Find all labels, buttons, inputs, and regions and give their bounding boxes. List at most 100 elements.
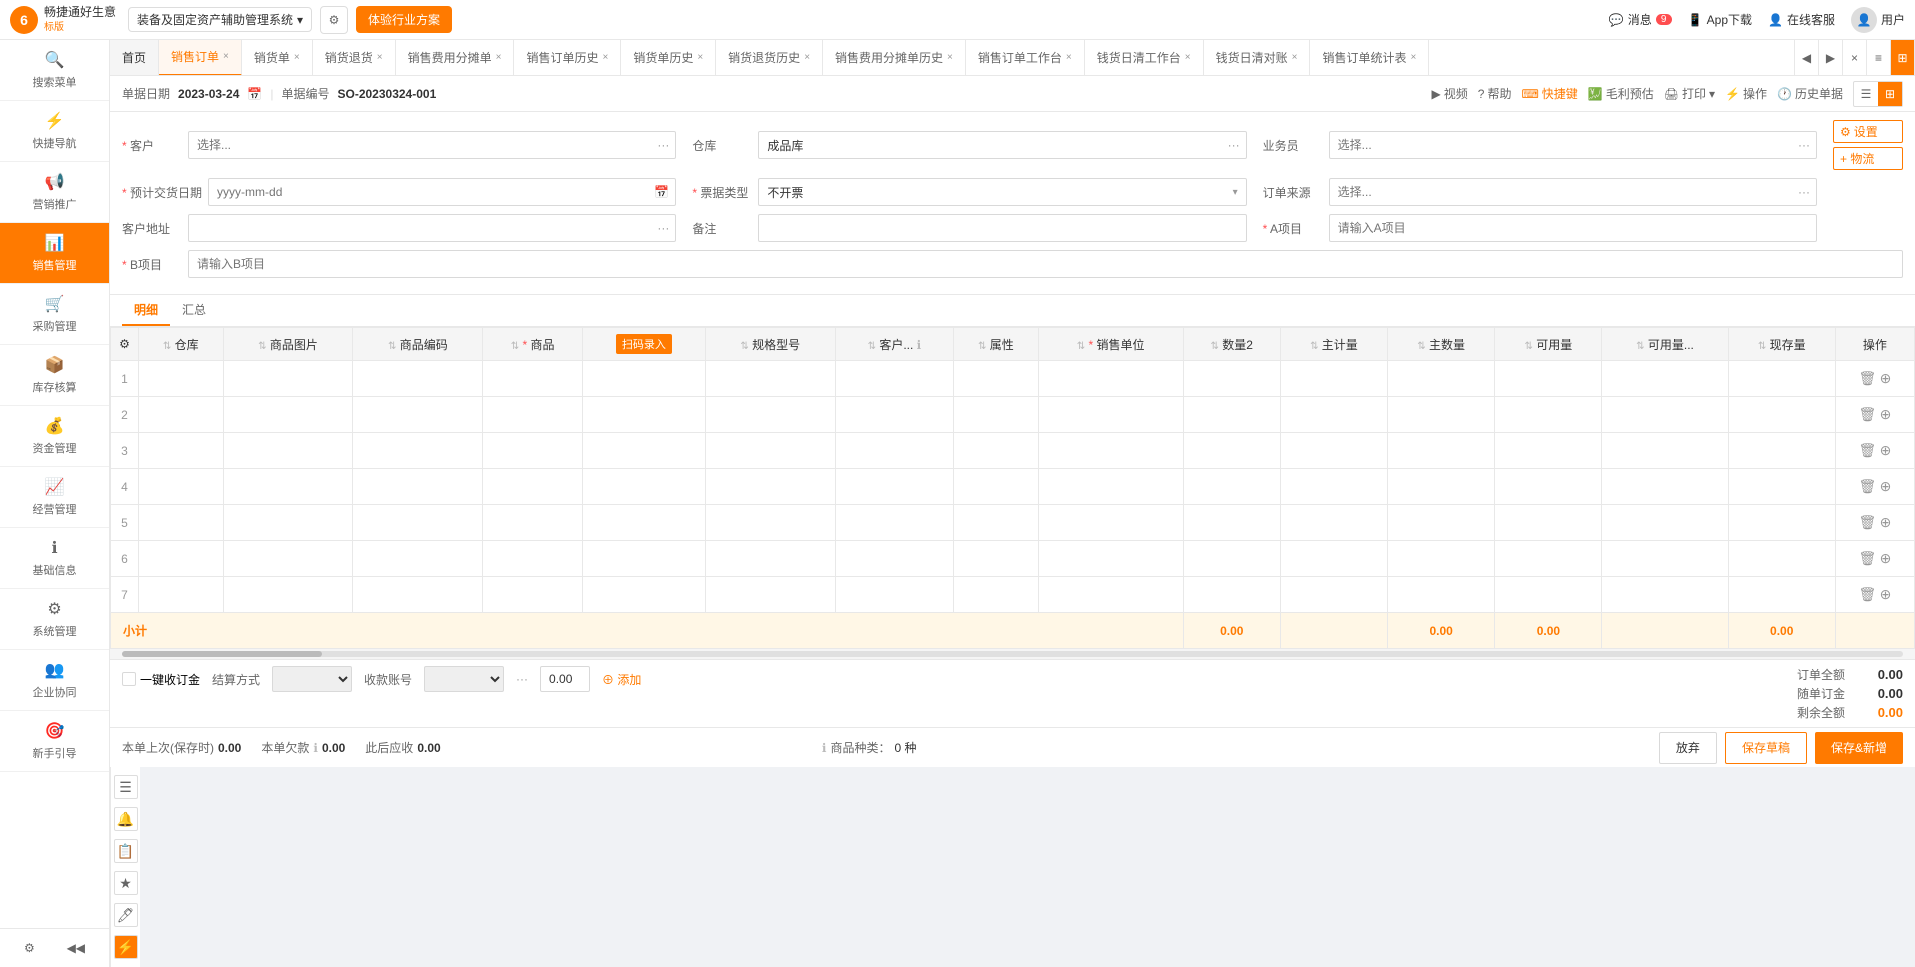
remark-text-input[interactable]: [759, 221, 1245, 235]
copy-row-btn[interactable]: ⊕: [1880, 370, 1892, 387]
a-project-input[interactable]: [1329, 214, 1817, 242]
shortcut-btn[interactable]: ⌨ 快捷键: [1521, 85, 1577, 102]
tab-order-history[interactable]: 销售订单历史 ×: [514, 40, 621, 76]
tab-workbench[interactable]: 销售订单工作台 ×: [966, 40, 1085, 76]
th-qty2[interactable]: ⇅ 数量2: [1183, 328, 1280, 361]
tab-return[interactable]: 销货退货 ×: [313, 40, 396, 76]
settings-button[interactable]: ⚙: [320, 6, 348, 34]
right-panel-btn-3[interactable]: 📋: [114, 839, 138, 863]
sub-tab-detail[interactable]: 明细: [122, 295, 170, 326]
sidebar-settings[interactable]: ⚙: [20, 937, 39, 959]
customer-text-input[interactable]: [189, 138, 651, 152]
row-spec[interactable]: [705, 361, 835, 397]
delete-row-btn[interactable]: 🗑: [1858, 442, 1876, 459]
right-panel-btn-4[interactable]: ★: [114, 871, 138, 895]
row-available2[interactable]: [1602, 361, 1728, 397]
sidebar-item-collab[interactable]: 👥 企业协同: [0, 650, 109, 711]
sidebar-item-search[interactable]: 🔍 搜索菜单: [0, 40, 109, 101]
row-main-unit[interactable]: [1280, 361, 1387, 397]
system-selector[interactable]: 装备及固定资产辅助管理系统 ▾: [128, 7, 312, 32]
close-tab-icon[interactable]: ×: [294, 52, 300, 63]
close-tab-icon[interactable]: ×: [602, 52, 608, 63]
salesman-dots-btn[interactable]: ···: [1792, 138, 1816, 152]
row-attributes[interactable]: [954, 361, 1039, 397]
tab-return-history[interactable]: 销货退货历史 ×: [716, 40, 823, 76]
pay-method-select[interactable]: [272, 666, 352, 692]
th-customer-code[interactable]: ⇅ 客户... ℹ: [835, 328, 953, 361]
user-avatar[interactable]: 👤 用户: [1851, 7, 1905, 33]
tab-grid-btn[interactable]: ⊞: [1891, 40, 1915, 76]
settings-side-btn[interactable]: ⚙ 设置: [1833, 120, 1903, 143]
delete-row-btn[interactable]: 🗑: [1858, 586, 1876, 603]
copy-row-btn[interactable]: ⊕: [1880, 514, 1892, 531]
online-service-btn[interactable]: 👤 在线客服: [1768, 11, 1835, 28]
copy-row-btn[interactable]: ⊕: [1880, 586, 1892, 603]
video-btn[interactable]: ▶ 视频: [1432, 85, 1468, 102]
sidebar-item-basic-info[interactable]: ℹ 基础信息: [0, 528, 109, 589]
close-tab-icon[interactable]: ×: [1410, 52, 1416, 63]
copy-row-btn[interactable]: ⊕: [1880, 478, 1892, 495]
horizontal-scrollbar[interactable]: [110, 649, 1915, 659]
delete-row-btn[interactable]: 🗑: [1858, 478, 1876, 495]
tab-sales-order[interactable]: 销售订单 ×: [159, 40, 242, 76]
warehouse-input[interactable]: 成品库 ···: [758, 131, 1246, 159]
app-download-btn[interactable]: 📱 App下载: [1688, 11, 1752, 28]
sidebar-item-sales[interactable]: 📊 销售管理: [0, 223, 109, 284]
delete-row-btn[interactable]: 🗑: [1858, 514, 1876, 531]
a-project-text-input[interactable]: [1330, 221, 1816, 235]
print-btn[interactable]: 🖨 打印 ▾: [1664, 85, 1715, 102]
salesman-input[interactable]: ···: [1329, 131, 1817, 159]
close-tab-icon[interactable]: ×: [496, 52, 502, 63]
scan-btn[interactable]: 扫码录入: [616, 334, 672, 354]
right-panel-btn-1[interactable]: ☰: [114, 775, 138, 799]
invoice-select[interactable]: 不开票 ▾: [758, 178, 1246, 206]
address-text-input[interactable]: [189, 221, 651, 235]
right-panel-btn-5[interactable]: 🖊: [114, 903, 138, 927]
delivery-input[interactable]: 📅: [208, 178, 676, 206]
tab-close-all-btn[interactable]: ×: [1843, 40, 1867, 76]
sidebar-collapse[interactable]: ◀◀: [63, 937, 89, 959]
row-available[interactable]: [1495, 361, 1602, 397]
help-btn[interactable]: ? 帮助: [1478, 85, 1512, 102]
sidebar-item-inventory[interactable]: 📦 库存核算: [0, 345, 109, 406]
tab-stats[interactable]: 销售订单统计表 ×: [1310, 40, 1429, 76]
th-scan[interactable]: 扫码录入: [583, 328, 706, 361]
th-warehouse[interactable]: ⇅ 仓库: [139, 328, 224, 361]
tab-prev-btn[interactable]: ◀: [1795, 40, 1819, 76]
th-attributes[interactable]: ⇅ 属性: [954, 328, 1039, 361]
remark-input[interactable]: [758, 214, 1246, 242]
th-available2[interactable]: ⇅ 可用量...: [1602, 328, 1728, 361]
tab-daily-reconcile[interactable]: 钱货日清对账 ×: [1204, 40, 1311, 76]
sidebar-item-quicknav[interactable]: ⚡ 快捷导航: [0, 101, 109, 162]
profit-btn[interactable]: 💹 毛利预估: [1588, 85, 1654, 102]
calendar-icon[interactable]: 📅: [648, 185, 675, 199]
row-customer-code[interactable]: [835, 361, 953, 397]
tab-home[interactable]: 首页: [110, 40, 159, 76]
th-main-unit[interactable]: ⇅ 主计量: [1280, 328, 1387, 361]
history-btn[interactable]: 🕐 历史单据: [1777, 85, 1843, 102]
order-source-input[interactable]: ···: [1329, 178, 1817, 206]
sidebar-item-system[interactable]: ⚙ 系统管理: [0, 589, 109, 650]
delete-row-btn[interactable]: 🗑: [1858, 550, 1876, 567]
add-btn[interactable]: ⊕ 添加: [602, 671, 641, 688]
bulk-collect-checkbox[interactable]: 一键收订金: [122, 671, 200, 688]
row-product[interactable]: [483, 361, 583, 397]
order-source-dots-btn[interactable]: ···: [1792, 185, 1816, 199]
sidebar-item-finance[interactable]: 💰 资金管理: [0, 406, 109, 467]
b-project-text-input[interactable]: [189, 257, 1902, 271]
th-image[interactable]: ⇅ 商品图片: [223, 328, 353, 361]
close-tab-icon[interactable]: ×: [1066, 52, 1072, 63]
th-available[interactable]: ⇅ 可用量: [1495, 328, 1602, 361]
bank-select[interactable]: [424, 666, 504, 692]
row-stock[interactable]: [1728, 361, 1835, 397]
tab-sales-bill[interactable]: 销货单 ×: [242, 40, 313, 76]
customer-dots-btn[interactable]: ···: [651, 138, 675, 152]
save-new-button[interactable]: 保存&新增: [1815, 732, 1903, 764]
address-input[interactable]: ···: [188, 214, 676, 242]
add-material-btn[interactable]: + 物流: [1833, 147, 1903, 170]
close-tab-icon[interactable]: ×: [377, 52, 383, 63]
grid-view-btn[interactable]: ⊞: [1878, 82, 1902, 106]
order-source-text-input[interactable]: [1330, 185, 1792, 199]
row-sales-unit[interactable]: [1038, 361, 1183, 397]
th-spec[interactable]: ⇅ 规格型号: [705, 328, 835, 361]
